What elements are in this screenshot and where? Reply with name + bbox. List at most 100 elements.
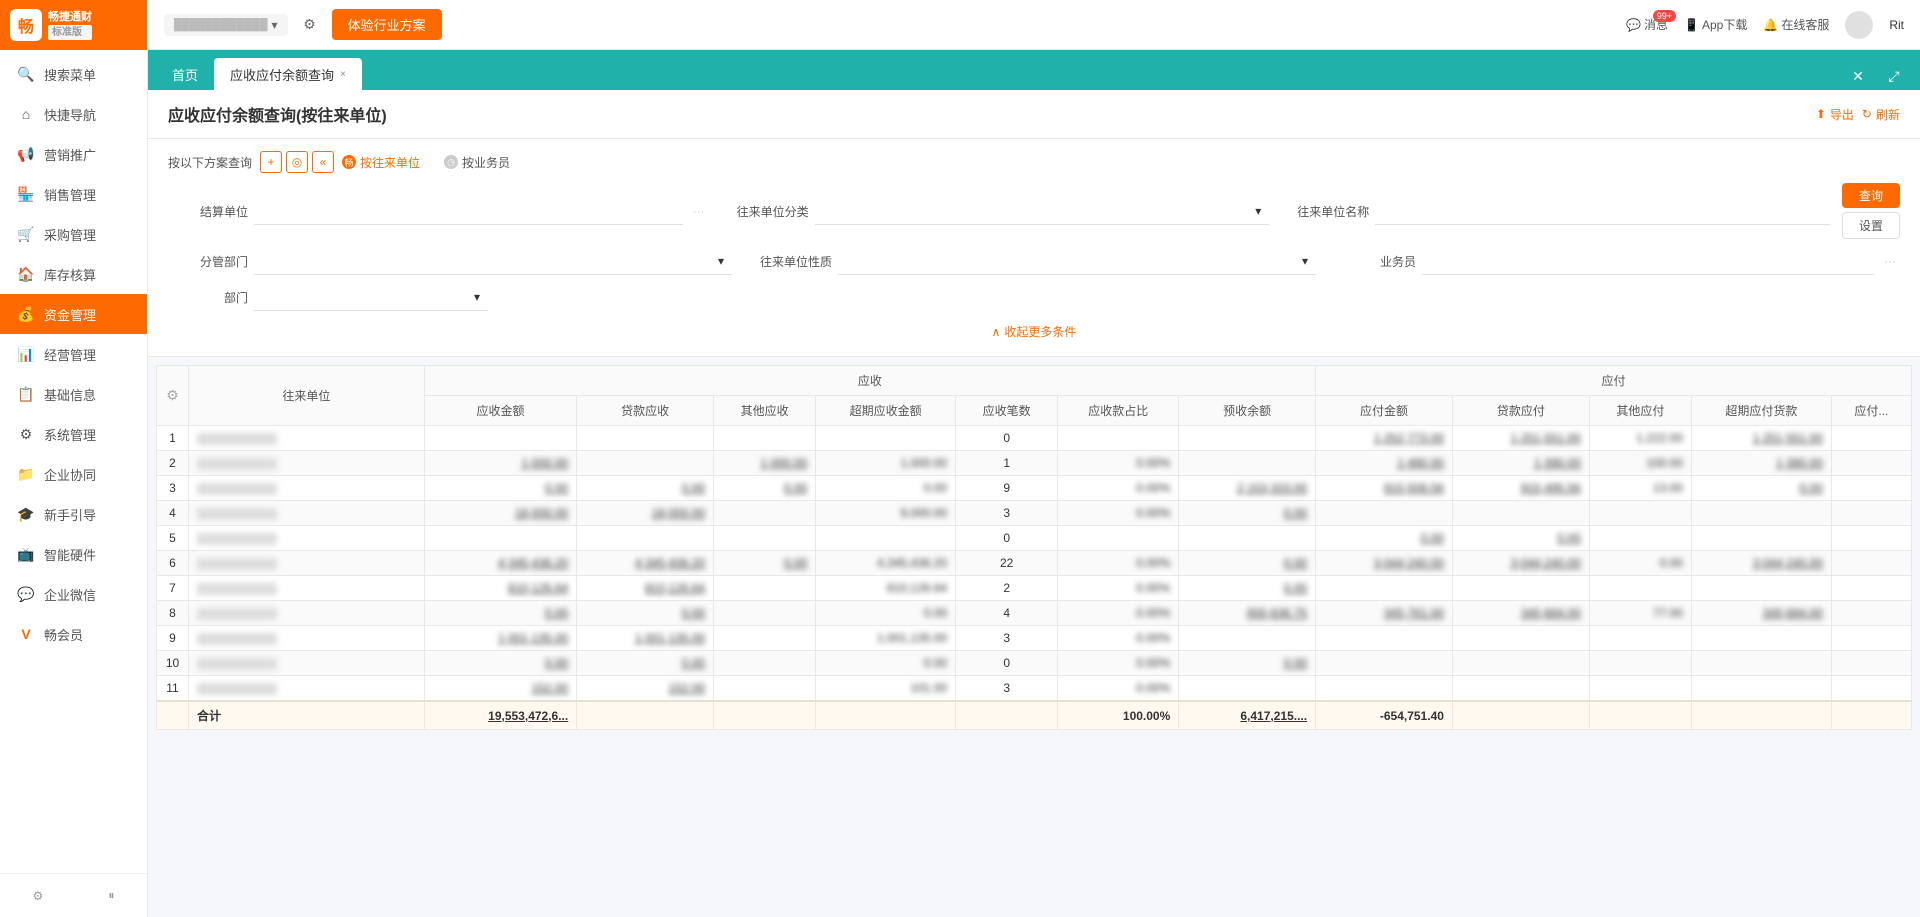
sidebar-item-quick[interactable]: ⌂ 快捷导航 <box>0 94 147 134</box>
table-cell[interactable] <box>714 526 816 551</box>
salesperson-input[interactable] <box>1422 247 1874 275</box>
table-cell[interactable] <box>714 601 816 626</box>
table-cell[interactable]: 810,126.64 <box>424 576 577 601</box>
table-cell[interactable] <box>1316 626 1453 651</box>
table-cell[interactable]: 3,044,240.00 <box>1452 551 1589 576</box>
table-cell[interactable] <box>1452 576 1589 601</box>
total-prepay[interactable]: 6,417,215.... <box>1179 701 1316 730</box>
table-cell[interactable]: 1,490.00 <box>1316 451 1453 476</box>
table-cell[interactable] <box>1316 651 1453 676</box>
table-cell[interactable] <box>714 651 816 676</box>
table-cell[interactable]: 0.00 <box>1452 526 1589 551</box>
table-cell[interactable] <box>1452 626 1589 651</box>
table-settings-icon[interactable]: ⚙ <box>166 387 179 403</box>
table-cell[interactable] <box>1691 626 1831 651</box>
table-cell[interactable]: 345,684.00 <box>1691 601 1831 626</box>
table-cell[interactable]: 3,044,240.00 <box>1316 551 1453 576</box>
table-cell[interactable] <box>714 426 816 451</box>
partner-nature-select[interactable]: ▾ <box>838 247 1316 275</box>
sidebar-item-finance[interactable]: 💰 资金管理 <box>0 294 147 334</box>
table-cell[interactable] <box>577 451 714 476</box>
table-cell[interactable]: 0.00 <box>424 651 577 676</box>
table-cell[interactable]: 345,761.00 <box>1316 601 1453 626</box>
table-cell[interactable]: 0.00 <box>577 476 714 501</box>
table-cell[interactable]: 1,001,135.00 <box>577 626 714 651</box>
dept-select[interactable]: ▾ <box>254 283 488 311</box>
partnername-input[interactable] <box>1375 197 1830 225</box>
table-cell[interactable]: 0.00 <box>577 651 714 676</box>
sidebar-item-marketing[interactable]: 📢 营销推广 <box>0 134 147 174</box>
table-cell[interactable] <box>1179 526 1316 551</box>
table-cell[interactable] <box>577 426 714 451</box>
table-cell[interactable]: 0.00 <box>1179 576 1316 601</box>
table-cell[interactable]: 0.00 <box>424 601 577 626</box>
export-button[interactable]: ⬆ 导出 <box>1816 106 1854 123</box>
table-cell[interactable] <box>714 501 816 526</box>
refresh-button[interactable]: ↻ 刷新 <box>1862 106 1900 123</box>
table-cell[interactable]: 915,508.56 <box>1316 476 1453 501</box>
table-cell[interactable] <box>714 676 816 702</box>
sidebar-item-inventory[interactable]: 🏠 库存核算 <box>0 254 147 294</box>
table-cell[interactable]: 345,684.00 <box>1452 601 1589 626</box>
table-cell[interactable]: 0.00 <box>577 601 714 626</box>
table-cell[interactable]: 4,345,436.20 <box>577 551 714 576</box>
table-cell[interactable]: 810,126.64 <box>577 576 714 601</box>
table-cell[interactable] <box>1179 626 1316 651</box>
sidebar-item-guide[interactable]: 🎓 新手引导 <box>0 494 147 534</box>
table-cell[interactable]: 1,001,135.00 <box>424 626 577 651</box>
table-cell[interactable] <box>1179 676 1316 702</box>
table-cell[interactable] <box>1691 651 1831 676</box>
table-cell[interactable] <box>1691 526 1831 551</box>
notification-btn[interactable]: 💬 消息 99+ <box>1626 16 1668 33</box>
table-cell[interactable] <box>1316 676 1453 702</box>
dept-mgr-select[interactable]: ▾ <box>254 247 732 275</box>
table-cell[interactable]: 18,000.00 <box>424 501 577 526</box>
table-cell[interactable] <box>1316 501 1453 526</box>
table-cell[interactable]: 1,390.00 <box>1691 451 1831 476</box>
table-cell[interactable]: 0.00 <box>1179 501 1316 526</box>
table-cell[interactable] <box>1179 426 1316 451</box>
table-cell[interactable] <box>714 576 816 601</box>
table-cell[interactable]: 915,495.56 <box>1452 476 1589 501</box>
table-cell[interactable]: 152.00 <box>424 676 577 702</box>
scheme-item-salesperson[interactable]: ◷ 按业务员 <box>444 154 510 171</box>
table-cell[interactable]: 655,636.75 <box>1179 601 1316 626</box>
table-cell[interactable] <box>1691 576 1831 601</box>
table-cell[interactable]: 1,000.00 <box>714 451 816 476</box>
settings-button[interactable]: 设置 <box>1842 212 1900 239</box>
settlement-input[interactable] <box>254 197 683 225</box>
table-cell[interactable]: 18,000.00 <box>577 501 714 526</box>
table-cell[interactable]: 0.00 <box>1179 651 1316 676</box>
table-cell[interactable] <box>1316 576 1453 601</box>
table-cell[interactable]: 0.00 <box>424 476 577 501</box>
query-button[interactable]: 查询 <box>1842 183 1900 208</box>
table-cell[interactable]: 0.00 <box>714 476 816 501</box>
table-cell[interactable]: 1,000.00 <box>424 451 577 476</box>
sidebar-item-base[interactable]: 📋 基础信息 <box>0 374 147 414</box>
tab-home[interactable]: 首页 <box>156 58 214 90</box>
collapse-btn[interactable]: ∧ 收起更多条件 <box>168 319 1900 344</box>
table-cell[interactable] <box>1691 676 1831 702</box>
table-cell[interactable] <box>1452 501 1589 526</box>
table-cell[interactable] <box>1452 651 1589 676</box>
table-cell[interactable] <box>1179 451 1316 476</box>
table-cell[interactable]: 0.00 <box>1691 476 1831 501</box>
table-cell[interactable]: 0.00 <box>1179 551 1316 576</box>
sidebar-item-hardware[interactable]: 📺 智能硬件 <box>0 534 147 574</box>
table-cell[interactable]: 0.00 <box>1316 526 1453 551</box>
table-cell[interactable] <box>1691 501 1831 526</box>
table-cell[interactable] <box>1452 676 1589 702</box>
sidebar-item-sales[interactable]: 🏪 销售管理 <box>0 174 147 214</box>
window-expand-btn[interactable]: ⤢ <box>1880 62 1908 90</box>
table-cell[interactable]: 1,251,551.00 <box>1452 426 1589 451</box>
table-cell[interactable]: 2,153,333.00 <box>1179 476 1316 501</box>
total-receivable[interactable]: 19,553,472,6... <box>424 701 577 730</box>
table-cell[interactable]: 3,044,240.00 <box>1691 551 1831 576</box>
table-cell[interactable] <box>424 426 577 451</box>
sidebar-item-wechat[interactable]: 💬 企业微信 <box>0 574 147 614</box>
sidebar-item-cooperation[interactable]: 📁 企业协同 <box>0 454 147 494</box>
table-cell[interactable]: 0.00 <box>714 551 816 576</box>
table-cell[interactable]: 1,252,773.00 <box>1316 426 1453 451</box>
tab-active[interactable]: 应收应付余额查询 × <box>214 58 362 90</box>
sidebar-collapse-btn[interactable]: ⏸ <box>100 882 122 909</box>
